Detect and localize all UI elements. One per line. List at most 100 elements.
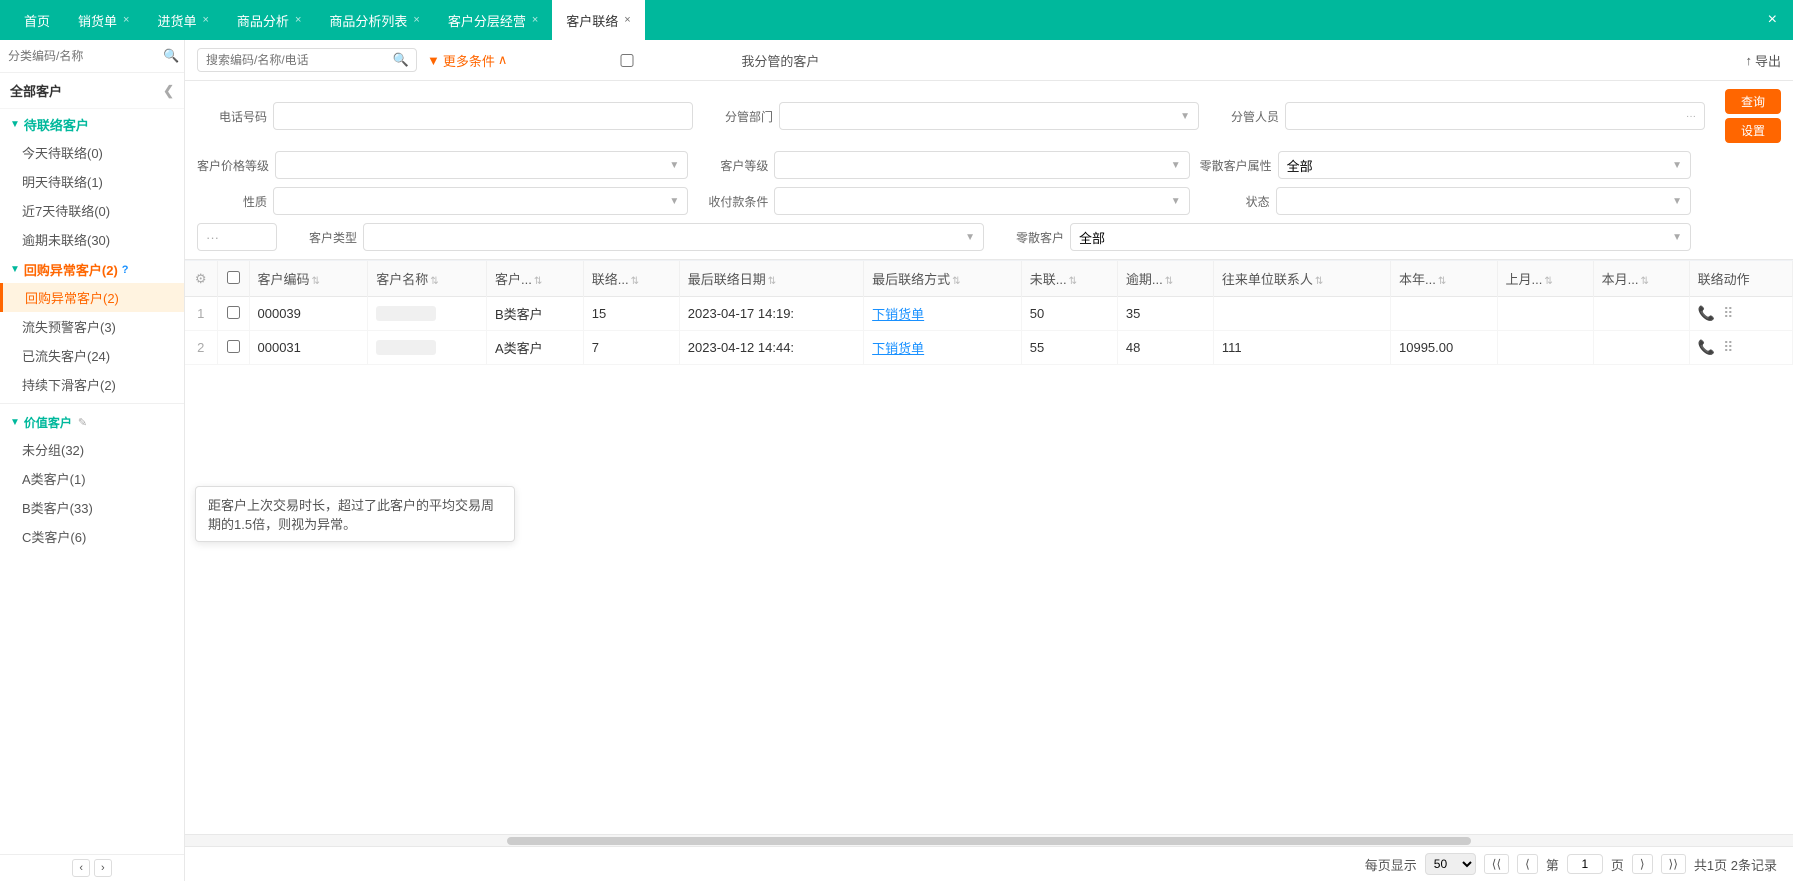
my-customers-checkbox[interactable] [517, 54, 737, 67]
nav-analysis[interactable]: 商品分析 × [223, 0, 315, 40]
row2-method-link[interactable]: 下销货单 [872, 341, 924, 356]
row1-checkbox-cell[interactable] [217, 297, 249, 331]
customer-grade-dropdown[interactable]: ▼ [774, 151, 1189, 179]
horizontal-scrollbar[interactable] [185, 834, 1793, 846]
sidebar-item-today[interactable]: 今天待联络(0) [0, 138, 184, 167]
row2-contact-count: 7 [583, 331, 679, 365]
price-grade-arrow-icon: ▼ [669, 160, 679, 171]
row1-more-icon[interactable]: ⠿ [1723, 305, 1733, 322]
sidebar-item-churn-warning[interactable]: 流失预警客户(3) [0, 312, 184, 341]
sort-icon-person[interactable]: ⇅ [1315, 276, 1323, 287]
sidebar-item-7days[interactable]: 近7天待联络(0) [0, 196, 184, 225]
row1-call-icon[interactable]: 📞 [1698, 305, 1715, 322]
sidebar-item-class-c[interactable]: C类客户(6) [0, 522, 184, 551]
sort-icon-type[interactable]: ⇅ [534, 276, 542, 287]
sort-icon-tmonth[interactable]: ⇅ [1640, 276, 1648, 287]
nature-dropdown[interactable]: ▼ [273, 187, 688, 215]
sidebar-item-tomorrow[interactable]: 明天待联络(1) [0, 167, 184, 196]
customer-table-area[interactable]: ⚙ 客户编码⇅ 客户名称⇅ 客户...⇅ [185, 261, 1793, 834]
sidebar-item-overdue-contact[interactable]: 逾期未联络(30) [0, 225, 184, 254]
close-segment-tab[interactable]: × [532, 14, 538, 26]
query-button[interactable]: 查询 [1725, 89, 1781, 114]
group-repurchase-anomaly[interactable]: ▼ 回购异常客户(2) ? [0, 254, 184, 283]
sort-icon-method[interactable]: ⇅ [952, 276, 960, 287]
last-page-btn[interactable]: ⟩⟩ [1661, 854, 1686, 874]
group-value-customers[interactable]: ▼ 价值客户 ✎ [0, 408, 184, 435]
sidebar-next-btn[interactable]: › [94, 859, 112, 877]
export-btn[interactable]: ↑ 导出 [1745, 51, 1781, 70]
edit-groups-icon[interactable]: ✎ [78, 416, 87, 429]
sort-icon-uncontacted[interactable]: ⇅ [1069, 276, 1077, 287]
status-dropdown[interactable]: ▼ [1276, 187, 1691, 215]
row1-last-month [1497, 297, 1593, 331]
row1-method-link[interactable]: 下销货单 [872, 307, 924, 322]
sidebar-item-class-b[interactable]: B类客户(33) [0, 493, 184, 522]
close-contact-tab[interactable]: × [624, 14, 630, 26]
row2-last-month [1497, 331, 1593, 365]
phone-input[interactable] [273, 102, 693, 130]
more-fields-btn[interactable]: ··· [197, 223, 277, 251]
nav-home[interactable]: 首页 [10, 0, 64, 40]
close-purchase-tab[interactable]: × [202, 14, 208, 26]
group-pending-contact[interactable]: ▼ 待联络客户 [0, 109, 184, 138]
sort-icon-overdue[interactable]: ⇅ [1165, 276, 1173, 287]
nature-arrow-icon: ▼ [669, 196, 679, 207]
nav-sales[interactable]: 销货单 × [64, 0, 143, 40]
row2-more-icon[interactable]: ⠿ [1723, 339, 1733, 356]
close-sales-tab[interactable]: × [123, 14, 129, 26]
current-page-input[interactable] [1567, 854, 1603, 874]
sidebar-item-ungrouped[interactable]: 未分组(32) [0, 435, 184, 464]
person-input[interactable]: ··· [1285, 102, 1705, 130]
anomaly-help-icon[interactable]: ? [122, 264, 129, 276]
sort-icon-lmonth[interactable]: ⇅ [1544, 276, 1552, 287]
payment-dropdown[interactable]: ▼ [774, 187, 1189, 215]
sort-icon-contact[interactable]: ⇅ [631, 276, 639, 287]
all-customers-header[interactable]: 全部客户 ❮ [0, 73, 184, 109]
price-grade-dropdown[interactable]: ▼ [275, 151, 688, 179]
retail-attr-arrow-icon: ▼ [1672, 160, 1682, 171]
close-window-btn[interactable]: × [1768, 11, 1777, 29]
close-analysis-tab[interactable]: × [295, 14, 301, 26]
scrollbar-thumb[interactable] [507, 837, 1472, 845]
select-all-checkbox[interactable] [227, 271, 240, 284]
collapse-icon[interactable]: ❮ [163, 83, 174, 99]
sidebar-item-repurchase-active[interactable]: 回购异常客户(2) [0, 283, 184, 312]
sidebar-search-box[interactable]: 🔍 [0, 40, 184, 73]
per-page-select[interactable]: 50 100 200 [1425, 853, 1476, 875]
sort-icon-year[interactable]: ⇅ [1438, 276, 1446, 287]
my-customers-checkbox-label[interactable]: 我分管的客户 [517, 51, 819, 70]
row2-checkbox-cell[interactable] [217, 331, 249, 365]
nav-customer-segment[interactable]: 客户分层经营 × [434, 0, 552, 40]
next-page-btn[interactable]: ⟩ [1632, 854, 1653, 874]
row2-last-method[interactable]: 下销货单 [864, 331, 1022, 365]
sidebar-prev-btn[interactable]: ‹ [72, 859, 90, 877]
prev-page-btn[interactable]: ⟨ [1517, 854, 1538, 874]
settings-button[interactable]: 设置 [1725, 118, 1781, 143]
sort-icon-date[interactable]: ⇅ [768, 276, 776, 287]
sidebar-search-input[interactable] [8, 49, 163, 63]
row2-call-icon[interactable]: 📞 [1698, 339, 1715, 356]
retail-attr-dropdown[interactable]: 全部 ▼ [1278, 151, 1691, 179]
col-settings[interactable]: ⚙ [185, 261, 217, 297]
row1-checkbox[interactable] [227, 306, 240, 319]
first-page-btn[interactable]: ⟨⟨ [1484, 854, 1509, 874]
row1-last-method[interactable]: 下销货单 [864, 297, 1022, 331]
nav-purchase[interactable]: 进货单 × [143, 0, 222, 40]
search-input[interactable] [197, 48, 417, 72]
nav-customer-contact[interactable]: 客户联络 × [552, 0, 644, 40]
sidebar-item-class-a[interactable]: A类客户(1) [0, 464, 184, 493]
sort-icon-name[interactable]: ⇅ [430, 276, 438, 287]
retail-customer-dropdown[interactable]: 全部 ▼ [1070, 223, 1691, 251]
sidebar-item-declining[interactable]: 持续下滑客户(2) [0, 370, 184, 399]
dept-dropdown[interactable]: ▼ [779, 102, 1199, 130]
sort-icon-code[interactable]: ⇅ [312, 276, 320, 287]
row2-checkbox[interactable] [227, 340, 240, 353]
row1-actions: 📞 ⠿ [1689, 297, 1792, 331]
row1-code: 000039 [249, 297, 368, 331]
sidebar-item-churned[interactable]: 已流失客户(24) [0, 341, 184, 370]
more-conditions-btn[interactable]: ▼ 更多条件 ∧ [427, 51, 507, 70]
extended-filter: 电话号码 分管部门 ▼ 分管人员 ··· [185, 81, 1793, 260]
close-analysis-list-tab[interactable]: × [413, 14, 419, 26]
nav-analysis-list[interactable]: 商品分析列表 × [315, 0, 433, 40]
customer-type-dropdown[interactable]: ▼ [363, 223, 984, 251]
